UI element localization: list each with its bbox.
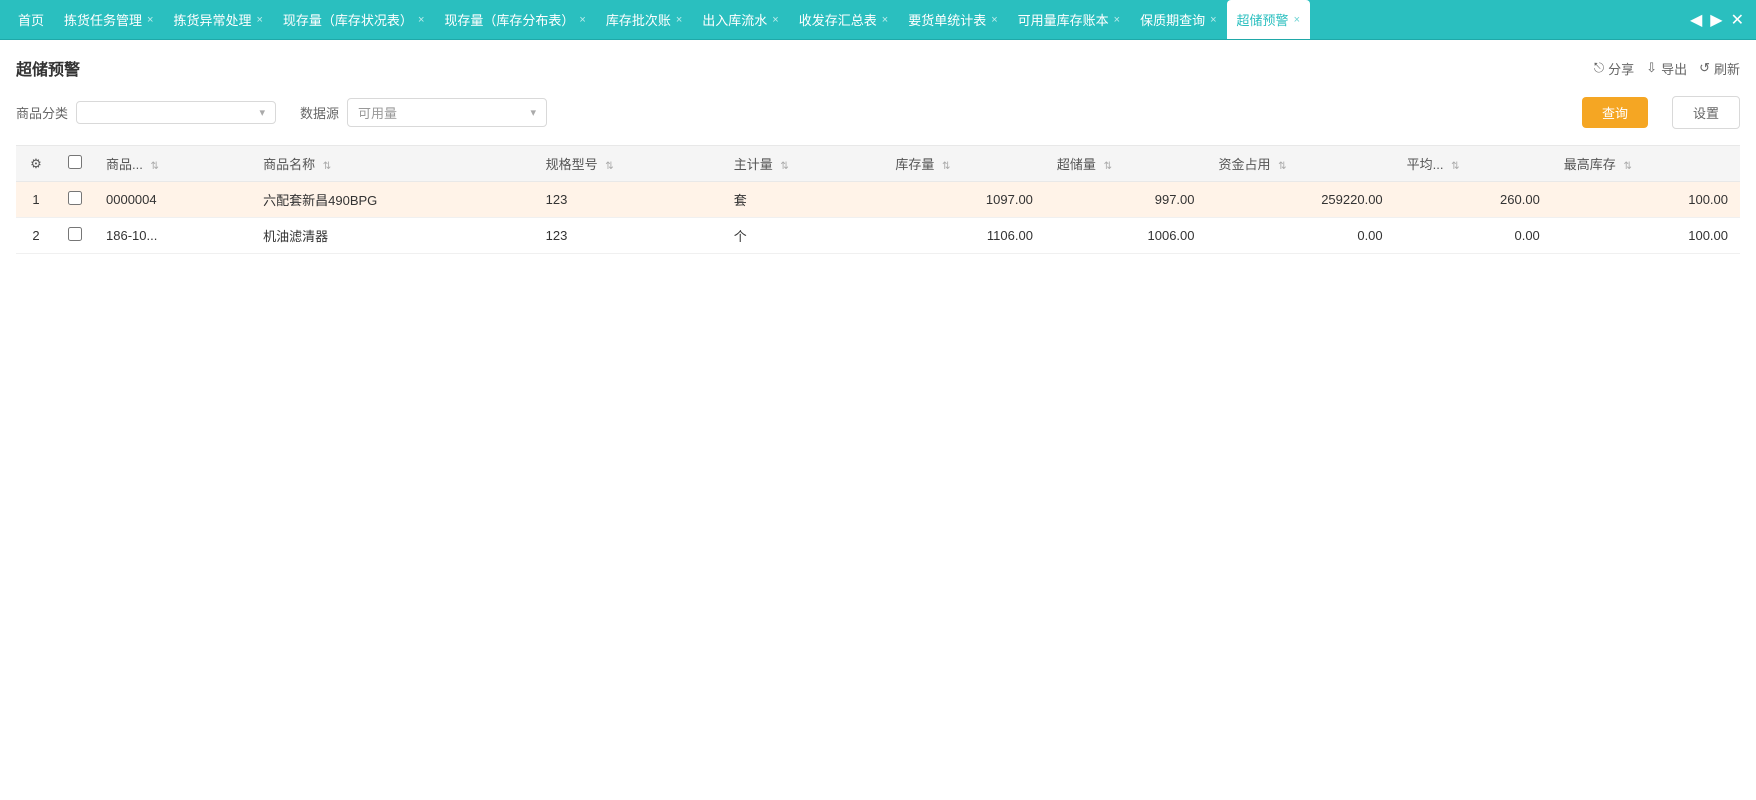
col-unit[interactable]: 主计量 ⇅ <box>722 146 884 182</box>
nav-stock-status[interactable]: 现存量（库存状况表） × <box>273 0 434 40</box>
sort-icon: ⇅ <box>150 161 158 172</box>
refresh-icon: ↺ <box>1699 60 1710 76</box>
category-filter-group: 商品分类 ▾ <box>16 101 276 124</box>
sort-icon: ⇅ <box>1623 161 1631 172</box>
cell-product-name: 机油滤清器 <box>251 218 533 254</box>
export-button[interactable]: ⇩ 导出 <box>1646 59 1687 78</box>
top-nav: 首页 拣货任务管理 × 拣货异常处理 × 现存量（库存状况表） × 现存量（库存… <box>0 0 1756 40</box>
sort-icon: ⇅ <box>1451 161 1459 172</box>
nav-stock-dist[interactable]: 现存量（库存分布表） × <box>434 0 595 40</box>
nav-expiry-query[interactable]: 保质期查询 × <box>1130 0 1226 40</box>
col-avg[interactable]: 平均... ⇅ <box>1395 146 1552 182</box>
datasource-label: 数据源 <box>300 103 339 122</box>
table-row: 1 0000004 六配套新昌490BPG 123 套 1097.00 997.… <box>16 182 1740 218</box>
col-stock[interactable]: 库存量 ⇅ <box>883 146 1045 182</box>
nav-collect-summary[interactable]: 收发存汇总表 × <box>789 0 898 40</box>
close-icon[interactable]: × <box>882 14 888 26</box>
cell-spec: 123 <box>534 218 722 254</box>
nav-more-icon[interactable]: ✕ <box>1727 10 1748 30</box>
nav-order-stats[interactable]: 要货单统计表 × <box>898 0 1007 40</box>
sort-icon: ⇅ <box>780 161 788 172</box>
nav-arrows: ◀ ▶ ✕ <box>1686 10 1748 30</box>
chevron-down-icon: ▾ <box>259 106 265 119</box>
share-icon: ⎋ <box>1594 60 1604 76</box>
nav-inout-flow[interactable]: 出入库流水 × <box>692 0 788 40</box>
cell-product-code: 0000004 <box>94 182 251 218</box>
nav-overstock-warning[interactable]: 超储预警 × <box>1227 0 1310 40</box>
cell-product-name: 六配套新昌490BPG <box>251 182 533 218</box>
page-container: 超储预警 ⎋ 分享 ⇩ 导出 ↺ 刷新 商品分类 ▾ 数据源 <box>0 40 1756 800</box>
cell-capital: 259220.00 <box>1207 182 1395 218</box>
nav-prev-icon[interactable]: ◀ <box>1686 10 1706 30</box>
cell-stock: 1106.00 <box>883 218 1045 254</box>
col-max-stock[interactable]: 最高库存 ⇅ <box>1552 146 1740 182</box>
row-checkbox-cell[interactable] <box>56 218 94 254</box>
category-label: 商品分类 <box>16 103 68 122</box>
cell-capital: 0.00 <box>1207 218 1395 254</box>
nav-available-stock[interactable]: 可用量库存账本 × <box>1008 0 1130 40</box>
sort-icon: ⇅ <box>323 161 331 172</box>
row-index: 2 <box>16 218 56 254</box>
close-icon[interactable]: × <box>772 14 778 26</box>
close-icon[interactable]: × <box>256 14 262 26</box>
close-icon[interactable]: × <box>1210 14 1216 26</box>
col-product-name[interactable]: 商品名称 ⇅ <box>251 146 533 182</box>
row-checkbox[interactable] <box>68 227 82 241</box>
datasource-filter-group: 数据源 可用量 ▾ <box>300 98 547 127</box>
cell-spec: 123 <box>534 182 722 218</box>
cell-product-code: 186-10... <box>94 218 251 254</box>
sort-icon: ⇅ <box>942 161 950 172</box>
table-header-row: ⚙ 商品... ⇅ 商品名称 ⇅ 规格型号 ⇅ 主计量 <box>16 146 1740 182</box>
cell-unit: 套 <box>722 182 884 218</box>
query-button[interactable]: 查询 <box>1582 97 1648 128</box>
close-icon[interactable]: × <box>579 14 585 26</box>
table-row: 2 186-10... 机油滤清器 123 个 1106.00 1006.00 … <box>16 218 1740 254</box>
header-actions: ⎋ 分享 ⇩ 导出 ↺ 刷新 <box>1594 59 1740 78</box>
nav-pick-exception[interactable]: 拣货异常处理 × <box>163 0 272 40</box>
filter-row: 商品分类 ▾ 数据源 可用量 ▾ 查询 设置 <box>16 96 1740 129</box>
row-checkbox-cell[interactable] <box>56 182 94 218</box>
gear-settings-icon[interactable]: ⚙ <box>16 146 56 182</box>
col-product-code[interactable]: 商品... ⇅ <box>94 146 251 182</box>
close-icon[interactable]: × <box>418 14 424 26</box>
header-checkbox-cell[interactable] <box>56 146 94 182</box>
chevron-down-icon: ▾ <box>531 106 537 119</box>
close-icon[interactable]: × <box>676 14 682 26</box>
sort-icon: ⇅ <box>1278 161 1286 172</box>
share-button[interactable]: ⎋ 分享 <box>1594 59 1634 78</box>
nav-batch-account[interactable]: 库存批次账 × <box>596 0 692 40</box>
datasource-value: 可用量 <box>358 103 397 122</box>
cell-over-stock: 997.00 <box>1045 182 1207 218</box>
cell-avg: 0.00 <box>1395 218 1552 254</box>
data-table: ⚙ 商品... ⇅ 商品名称 ⇅ 规格型号 ⇅ 主计量 <box>16 145 1740 254</box>
col-over-stock[interactable]: 超储量 ⇅ <box>1045 146 1207 182</box>
refresh-button[interactable]: ↺ 刷新 <box>1699 59 1740 78</box>
export-icon: ⇩ <box>1646 60 1657 76</box>
close-icon[interactable]: × <box>991 14 997 26</box>
close-icon[interactable]: × <box>147 14 153 26</box>
close-icon[interactable]: × <box>1294 14 1300 26</box>
page-title: 超储预警 <box>16 56 80 80</box>
page-header: 超储预警 ⎋ 分享 ⇩ 导出 ↺ 刷新 <box>16 56 1740 80</box>
sort-icon: ⇅ <box>1104 161 1112 172</box>
settings-button[interactable]: 设置 <box>1672 96 1740 129</box>
col-spec[interactable]: 规格型号 ⇅ <box>534 146 722 182</box>
col-capital[interactable]: 资金占用 ⇅ <box>1207 146 1395 182</box>
sort-icon: ⇅ <box>605 161 613 172</box>
close-icon[interactable]: × <box>1114 14 1120 26</box>
row-checkbox[interactable] <box>68 191 82 205</box>
category-select[interactable]: ▾ <box>76 101 276 124</box>
cell-stock: 1097.00 <box>883 182 1045 218</box>
cell-unit: 个 <box>722 218 884 254</box>
cell-over-stock: 1006.00 <box>1045 218 1207 254</box>
cell-max-stock: 100.00 <box>1552 182 1740 218</box>
row-index: 1 <box>16 182 56 218</box>
nav-next-icon[interactable]: ▶ <box>1706 10 1726 30</box>
datasource-select[interactable]: 可用量 ▾ <box>347 98 547 127</box>
select-all-checkbox[interactable] <box>68 155 82 169</box>
nav-home[interactable]: 首页 <box>8 0 54 40</box>
cell-avg: 260.00 <box>1395 182 1552 218</box>
nav-pick-task[interactable]: 拣货任务管理 × <box>54 0 163 40</box>
cell-max-stock: 100.00 <box>1552 218 1740 254</box>
